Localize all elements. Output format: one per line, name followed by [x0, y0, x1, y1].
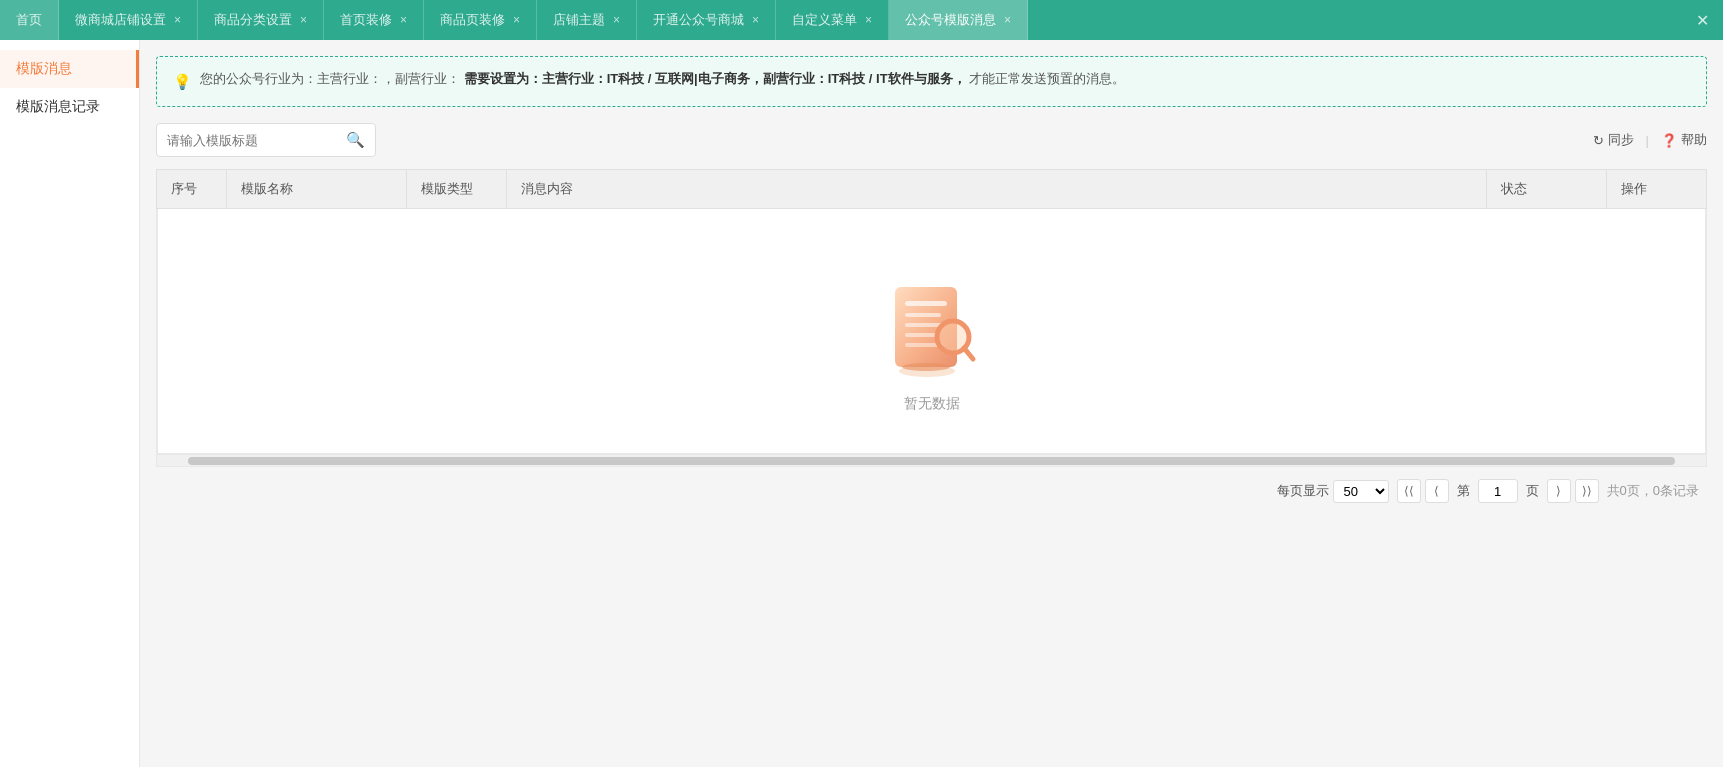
notice-text: 您的公众号行业为：主营行业：，副营行业： 需要设置为：主营行业：IT科技 / 互… [200, 69, 1125, 90]
pagination-bar: 每页显示 102050100 ⟨⟨ ⟨ 第 页 ⟩ ⟩⟩ 共0页，0条记录 [156, 467, 1707, 503]
page-size-dropdown[interactable]: 102050100 [1333, 480, 1389, 503]
search-input-wrap: 🔍 [156, 123, 376, 157]
notice-icon: 💡 [173, 70, 192, 94]
tab-label: 开通公众号商城 [653, 11, 744, 29]
page-label: 第 [1457, 482, 1470, 500]
svg-point-7 [902, 363, 950, 371]
page-input[interactable] [1478, 479, 1518, 503]
svg-rect-3 [905, 313, 941, 317]
tab-item-open-mall[interactable]: 开通公众号商城 × [637, 0, 776, 40]
empty-illustration [877, 269, 987, 379]
tab-item-template-msg[interactable]: 公众号模版消息 × [889, 0, 1028, 40]
notice-prefix: 您的公众号行业为：主营行业：，副营行业： [200, 71, 460, 86]
search-input[interactable] [167, 133, 346, 148]
table-col-content: 消息内容 [507, 170, 1487, 209]
empty-text: 暂无数据 [158, 395, 1705, 413]
svg-rect-2 [905, 301, 947, 306]
help-icon: ❓ [1661, 133, 1677, 148]
tab-label: 商品分类设置 [214, 11, 292, 29]
main-layout: 模版消息模版消息记录 💡 您的公众号行业为：主营行业：，副营行业： 需要设置为：… [0, 40, 1723, 767]
tab-close-icon[interactable]: × [752, 14, 759, 26]
page-nav: ⟨⟨ ⟨ 第 页 ⟩ ⟩⟩ [1397, 479, 1599, 503]
tab-item-shop-setting[interactable]: 微商城店铺设置 × [59, 0, 198, 40]
help-button[interactable]: ❓ 帮助 [1661, 131, 1707, 149]
tab-item-custom-menu[interactable]: 自定义菜单 × [776, 0, 889, 40]
tab-item-category-setting[interactable]: 商品分类设置 × [198, 0, 324, 40]
tab-item-store-theme[interactable]: 店铺主题 × [537, 0, 637, 40]
tab-close-icon[interactable]: × [300, 14, 307, 26]
notice-banner: 💡 您的公众号行业为：主营行业：，副营行业： 需要设置为：主营行业：IT科技 /… [156, 56, 1707, 107]
sidebar-item-template-msg[interactable]: 模版消息 [0, 50, 139, 88]
notice-highlight: 需要设置为：主营行业：IT科技 / 互联网|电子商务，副营行业：IT科技 / I… [464, 71, 966, 86]
sync-button[interactable]: ↻ 同步 [1593, 131, 1634, 149]
tab-close-icon[interactable]: × [174, 14, 181, 26]
table-col-name: 模版名称 [227, 170, 407, 209]
tab-close-icon[interactable]: × [400, 14, 407, 26]
scrollbar-thumb[interactable] [188, 457, 1675, 465]
tab-close-icon[interactable]: × [865, 14, 872, 26]
content-area: 💡 您的公众号行业为：主营行业：，副营行业： 需要设置为：主营行业：IT科技 /… [140, 40, 1723, 767]
svg-rect-5 [905, 333, 937, 337]
tab-item-home[interactable]: 首页 [0, 0, 59, 40]
toolbar-right: ↻ 同步 | ❓ 帮助 [1593, 131, 1707, 149]
tab-label: 商品页装修 [440, 11, 505, 29]
table-col-index: 序号 [157, 170, 227, 209]
tab-label: 首页 [16, 11, 42, 29]
total-text: 共0页，0条记录 [1607, 482, 1699, 500]
page-size-label: 每页显示 [1277, 482, 1329, 500]
last-page-button[interactable]: ⟩⟩ [1575, 479, 1599, 503]
search-bar: 🔍 ↻ 同步 | ❓ 帮助 [156, 123, 1707, 157]
prev-page-button[interactable]: ⟨ [1425, 479, 1449, 503]
empty-state: 暂无数据 [157, 209, 1706, 454]
tab-label: 店铺主题 [553, 11, 605, 29]
table-col-status: 状态 [1487, 170, 1607, 209]
tab-label: 微商城店铺设置 [75, 11, 166, 29]
svg-line-9 [964, 348, 973, 359]
scrollbar-area[interactable] [156, 455, 1707, 467]
help-label: 帮助 [1681, 131, 1707, 149]
table-col-action: 操作 [1607, 170, 1707, 209]
first-page-button[interactable]: ⟨⟨ [1397, 479, 1421, 503]
tab-item-product-decor[interactable]: 商品页装修 × [424, 0, 537, 40]
next-page-button[interactable]: ⟩ [1547, 479, 1571, 503]
tab-label: 自定义菜单 [792, 11, 857, 29]
data-table: 序号模版名称模版类型消息内容状态操作 [156, 169, 1707, 455]
tab-bar-close-button[interactable]: ✕ [1682, 0, 1723, 40]
sidebar-item-template-msg-record[interactable]: 模版消息记录 [0, 88, 139, 126]
tab-close-icon[interactable]: × [1004, 14, 1011, 26]
sync-icon: ↻ [1593, 133, 1604, 148]
page-suffix: 页 [1526, 482, 1539, 500]
table-col-type: 模版类型 [407, 170, 507, 209]
tab-bar: 首页微商城店铺设置×商品分类设置×首页装修×商品页装修×店铺主题×开通公众号商城… [0, 0, 1723, 40]
tab-label: 首页装修 [340, 11, 392, 29]
sync-label: 同步 [1608, 131, 1634, 149]
notice-suffix: 才能正常发送预置的消息。 [969, 71, 1125, 86]
tab-item-home-decor[interactable]: 首页装修 × [324, 0, 424, 40]
tab-close-icon[interactable]: × [613, 14, 620, 26]
tab-close-icon[interactable]: × [513, 14, 520, 26]
search-icon[interactable]: 🔍 [346, 131, 365, 149]
sidebar: 模版消息模版消息记录 [0, 40, 140, 767]
tab-label: 公众号模版消息 [905, 11, 996, 29]
toolbar-divider: | [1646, 133, 1649, 148]
page-size-select: 每页显示 102050100 [1277, 480, 1389, 503]
